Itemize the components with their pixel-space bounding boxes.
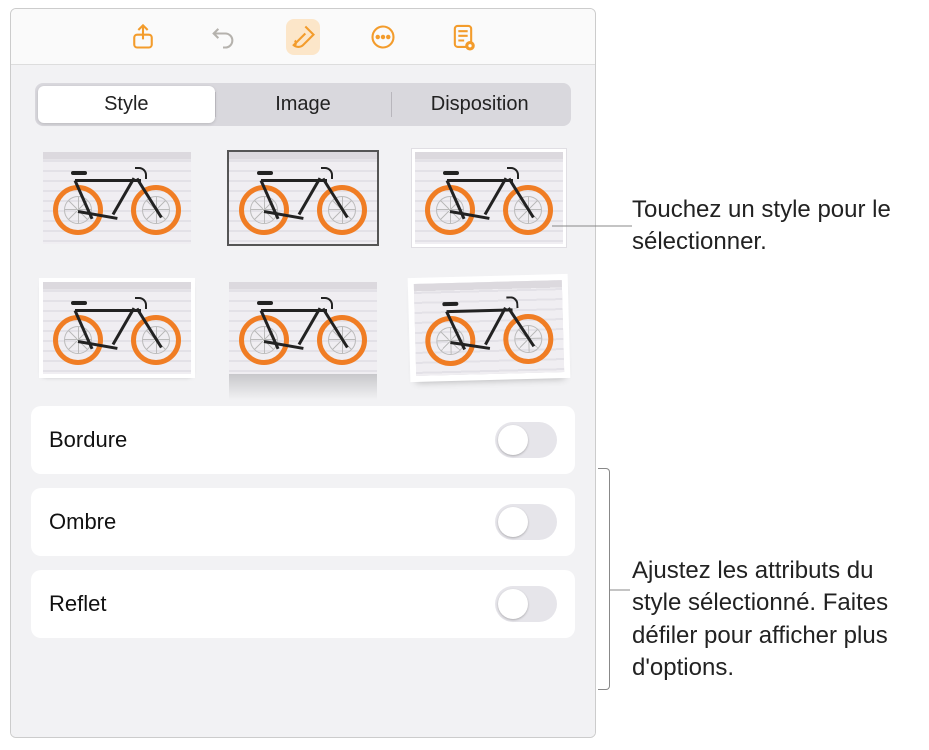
tab-layout[interactable]: Disposition xyxy=(391,86,568,123)
style-preset[interactable] xyxy=(219,274,387,382)
shadow-label: Ombre xyxy=(49,509,116,535)
reflection-toggle[interactable] xyxy=(495,586,557,622)
format-tabs: Style Image Disposition xyxy=(35,83,571,126)
callout-attributes: Ajustez les attributs du style sélection… xyxy=(632,555,912,685)
share-button[interactable] xyxy=(126,19,160,55)
shadow-row: Ombre xyxy=(31,488,575,556)
style-preset[interactable] xyxy=(405,274,573,382)
border-toggle[interactable] xyxy=(495,422,557,458)
reflection-row: Reflet xyxy=(31,570,575,638)
style-preset[interactable] xyxy=(405,144,573,252)
style-presets-grid xyxy=(25,144,581,392)
style-attributes: Bordure Ombre Reflet xyxy=(25,392,581,652)
style-preset[interactable] xyxy=(219,144,387,252)
border-row: Bordure xyxy=(31,406,575,474)
document-settings-button[interactable] xyxy=(446,19,480,55)
tab-style[interactable]: Style xyxy=(38,86,215,123)
shadow-toggle[interactable] xyxy=(495,504,557,540)
border-label: Bordure xyxy=(49,427,127,453)
app-toolbar xyxy=(11,9,595,65)
format-panel: Style Image Disposition xyxy=(10,8,596,738)
style-preset[interactable] xyxy=(33,144,201,252)
callout-styles: Touchez un style pour le sélectionner. xyxy=(632,194,912,259)
style-preset[interactable] xyxy=(33,274,201,382)
tab-image[interactable]: Image xyxy=(215,86,392,123)
callout-leader xyxy=(610,578,630,580)
format-button[interactable] xyxy=(286,19,320,55)
undo-button[interactable] xyxy=(206,19,240,55)
more-button[interactable] xyxy=(366,19,400,55)
format-content: Style Image Disposition xyxy=(11,65,595,737)
callout-bracket xyxy=(598,468,610,690)
reflection-label: Reflet xyxy=(49,591,106,617)
